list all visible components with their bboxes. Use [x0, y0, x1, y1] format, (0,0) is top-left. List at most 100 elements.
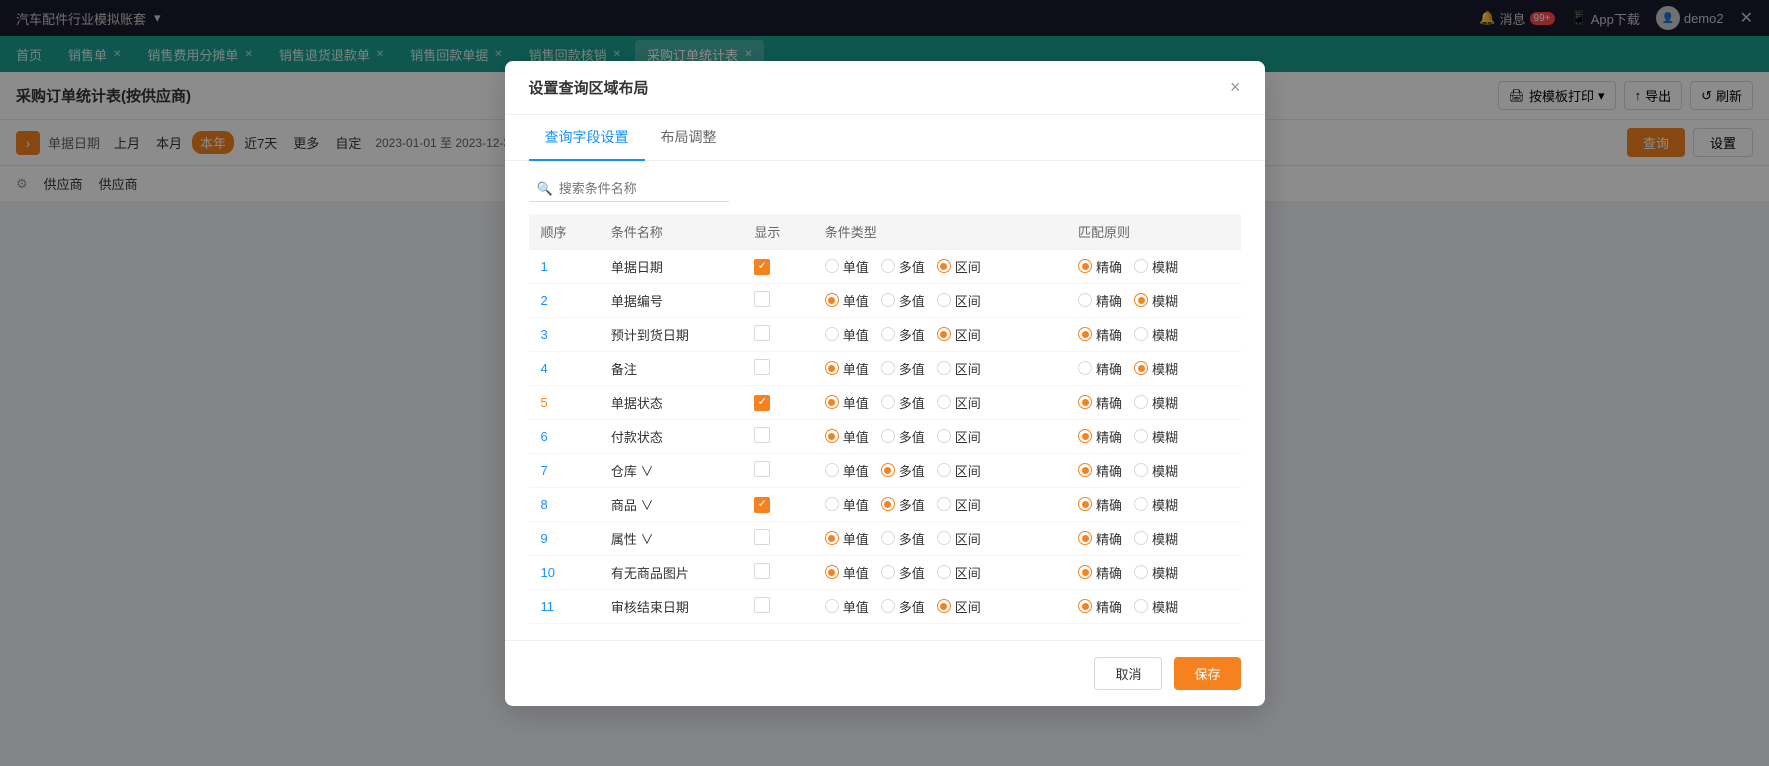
display-checkbox[interactable] [754, 395, 770, 411]
type-radio-item[interactable]: 区间 [937, 325, 981, 344]
type-radio-item[interactable]: 区间 [937, 529, 981, 548]
match-radio-circle [1078, 463, 1092, 477]
row-match: 精确模糊 [1066, 351, 1241, 385]
type-radio-item[interactable]: 多值 [881, 563, 925, 582]
type-radio-item[interactable]: 区间 [937, 393, 981, 412]
radio-label: 区间 [955, 495, 981, 514]
type-radio-item[interactable]: 多值 [881, 495, 925, 514]
type-radio-item[interactable]: 区间 [937, 427, 981, 446]
radio-circle [825, 429, 839, 443]
match-radio-item[interactable]: 模糊 [1134, 393, 1178, 412]
match-radio-item[interactable]: 模糊 [1134, 597, 1178, 616]
row-seq: 10 [529, 555, 599, 589]
match-radio-circle [1078, 395, 1092, 409]
type-radio-item[interactable]: 单值 [825, 427, 869, 446]
type-radio-item[interactable]: 多值 [881, 529, 925, 548]
row-match: 精确 模糊 [1066, 487, 1241, 521]
match-radio-item[interactable]: 精确 [1078, 291, 1122, 310]
match-radio-label: 精确 [1096, 325, 1122, 344]
modal-close-btn[interactable]: × [1230, 78, 1241, 96]
type-radio-item[interactable]: 区间 [937, 495, 981, 514]
type-radio-item[interactable]: 单值 [825, 495, 869, 514]
cancel-btn[interactable]: 取消 [1094, 657, 1162, 690]
row-name: 单据日期 [599, 249, 743, 283]
display-checkbox[interactable] [754, 427, 770, 443]
type-radio-item[interactable]: 多值 [881, 427, 925, 446]
match-radio-item[interactable]: 精确 [1078, 393, 1122, 412]
type-radio-item[interactable]: 区间 [937, 257, 981, 276]
radio-label: 多值 [899, 461, 925, 480]
radio-circle [825, 327, 839, 341]
match-radio-item[interactable]: 模糊 [1134, 563, 1178, 582]
display-checkbox[interactable] [754, 359, 770, 375]
match-radio-item[interactable]: 精确 [1078, 359, 1122, 378]
match-radio-item[interactable]: 模糊 [1134, 427, 1178, 446]
row-seq: 5 [529, 385, 599, 419]
row-display [742, 453, 812, 487]
type-radio-item[interactable]: 单值 [825, 563, 869, 582]
radio-circle [881, 463, 895, 477]
display-checkbox[interactable] [754, 259, 770, 275]
display-checkbox[interactable] [754, 529, 770, 545]
match-radio-item[interactable]: 模糊 [1134, 291, 1178, 310]
match-radio-item[interactable]: 精确 [1078, 257, 1122, 276]
match-radio-item[interactable]: 精确 [1078, 325, 1122, 344]
type-radio-item[interactable]: 单值 [825, 325, 869, 344]
match-radio-circle [1134, 599, 1148, 613]
display-checkbox[interactable] [754, 291, 770, 307]
type-radio-item[interactable]: 单值 [825, 291, 869, 310]
row-display [742, 487, 812, 521]
match-radio-item[interactable]: 模糊 [1134, 529, 1178, 548]
radio-label: 单值 [843, 597, 869, 616]
type-radio-item[interactable]: 多值 [881, 257, 925, 276]
row-type: 单值 多值区间 [813, 453, 1066, 487]
type-radio-item[interactable]: 多值 [881, 461, 925, 480]
display-checkbox[interactable] [754, 597, 770, 613]
row-seq: 9 [529, 521, 599, 555]
match-radio-item[interactable]: 模糊 [1134, 359, 1178, 378]
match-radio-item[interactable]: 精确 [1078, 495, 1122, 514]
match-radio-item[interactable]: 精确 [1078, 597, 1122, 616]
match-radio-item[interactable]: 精确 [1078, 461, 1122, 480]
type-radio-item[interactable]: 单值 [825, 529, 869, 548]
type-radio-item[interactable]: 区间 [937, 563, 981, 582]
display-checkbox[interactable] [754, 461, 770, 477]
type-radio-item[interactable]: 多值 [881, 291, 925, 310]
match-radio-item[interactable]: 精确 [1078, 427, 1122, 446]
row-type: 单值多值区间 [813, 521, 1066, 555]
type-radio-item[interactable]: 多值 [881, 597, 925, 616]
type-radio-item[interactable]: 区间 [937, 359, 981, 378]
radio-circle [825, 463, 839, 477]
radio-circle [881, 599, 895, 613]
save-btn[interactable]: 保存 [1174, 657, 1240, 690]
type-radio-item[interactable]: 单值 [825, 257, 869, 276]
modal-tab-query[interactable]: 查询字段设置 [529, 115, 645, 161]
match-radio-item[interactable]: 模糊 [1134, 325, 1178, 344]
display-checkbox[interactable] [754, 563, 770, 579]
match-radio-label: 模糊 [1152, 461, 1178, 480]
type-radio-item[interactable]: 多值 [881, 359, 925, 378]
radio-label: 单值 [843, 495, 869, 514]
match-radio-item[interactable]: 模糊 [1134, 257, 1178, 276]
match-radio-item[interactable]: 精确 [1078, 563, 1122, 582]
type-radio-item[interactable]: 单值 [825, 393, 869, 412]
radio-circle [881, 429, 895, 443]
type-radio-item[interactable]: 单值 [825, 461, 869, 480]
match-radio-label: 模糊 [1152, 495, 1178, 514]
search-input[interactable] [559, 181, 719, 196]
type-radio-item[interactable]: 区间 [937, 461, 981, 480]
type-radio-item[interactable]: 区间 [937, 597, 981, 616]
radio-label: 单值 [843, 291, 869, 310]
modal-tab-layout[interactable]: 布局调整 [645, 115, 733, 161]
match-radio-item[interactable]: 精确 [1078, 529, 1122, 548]
type-radio-item[interactable]: 区间 [937, 291, 981, 310]
type-radio-item[interactable]: 单值 [825, 359, 869, 378]
type-radio-item[interactable]: 多值 [881, 393, 925, 412]
match-radio-item[interactable]: 模糊 [1134, 461, 1178, 480]
display-checkbox[interactable] [754, 497, 770, 513]
row-name: 单据编号 [599, 283, 743, 317]
type-radio-item[interactable]: 多值 [881, 325, 925, 344]
type-radio-item[interactable]: 单值 [825, 597, 869, 616]
display-checkbox[interactable] [754, 325, 770, 341]
match-radio-item[interactable]: 模糊 [1134, 495, 1178, 514]
